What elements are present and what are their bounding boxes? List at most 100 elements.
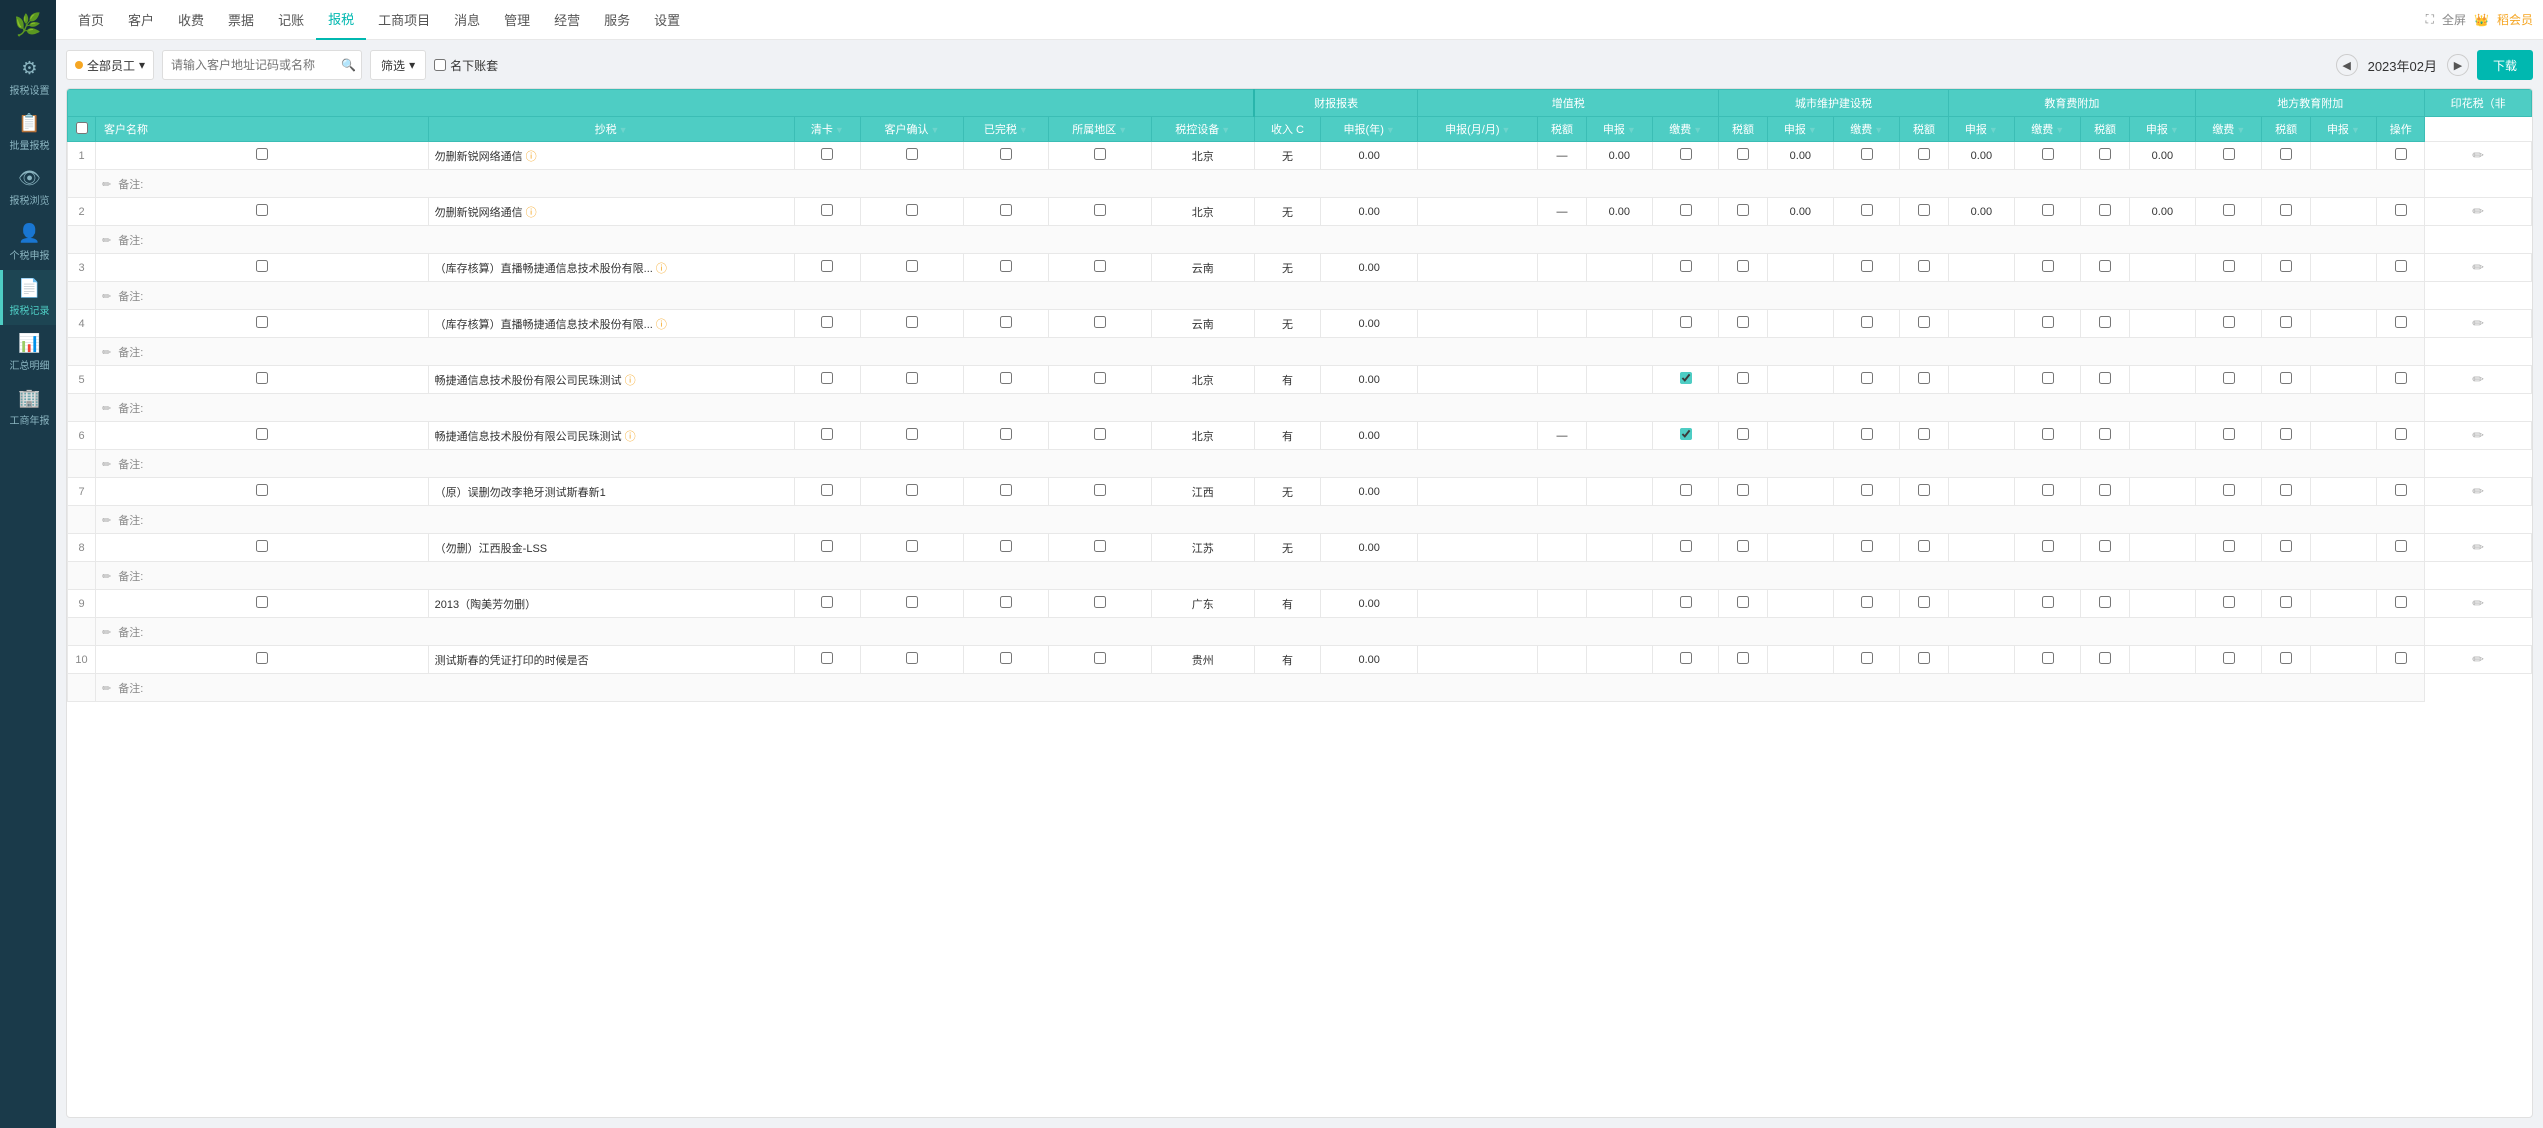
jy-shenbao-cell-checkbox[interactable] bbox=[2042, 484, 2054, 496]
row-checkbox[interactable] bbox=[256, 652, 268, 664]
cs-shenbao-cell-checkbox[interactable] bbox=[1861, 652, 1873, 664]
search-input[interactable] bbox=[162, 50, 362, 80]
wanshui-cell-checkbox[interactable] bbox=[1094, 540, 1106, 552]
wanshui-cell-checkbox[interactable] bbox=[1094, 428, 1106, 440]
th-df-shenbao[interactable]: 申报▼ bbox=[2129, 117, 2195, 142]
wanshui-cell-checkbox[interactable] bbox=[1094, 652, 1106, 664]
row-checkbox[interactable] bbox=[256, 428, 268, 440]
zz-jiaofei-cell-checkbox[interactable] bbox=[1737, 148, 1749, 160]
row-checkbox[interactable] bbox=[256, 316, 268, 328]
jy-shenbao-cell-checkbox[interactable] bbox=[2042, 148, 2054, 160]
df-jiaofei-cell-checkbox[interactable] bbox=[2280, 148, 2292, 160]
edit-cell[interactable]: ✏ bbox=[2425, 366, 2532, 394]
th-zz-jiaofei[interactable]: 缴费▼ bbox=[1653, 117, 1719, 142]
yh-shenbao-cell-checkbox[interactable] bbox=[2395, 204, 2407, 216]
df-shenbao-cell-checkbox[interactable] bbox=[2223, 652, 2235, 664]
qingka-cell-checkbox[interactable] bbox=[906, 372, 918, 384]
edit-cell[interactable]: ✏ bbox=[2425, 590, 2532, 618]
row-checkbox[interactable] bbox=[256, 540, 268, 552]
yh-shenbao-cell-checkbox[interactable] bbox=[2395, 540, 2407, 552]
df-jiaofei-cell-checkbox[interactable] bbox=[2280, 428, 2292, 440]
chaoshui-cell-checkbox[interactable] bbox=[821, 204, 833, 216]
df-shenbao-cell-checkbox[interactable] bbox=[2223, 372, 2235, 384]
yh-shenbao-cell-checkbox[interactable] bbox=[2395, 372, 2407, 384]
queren-cell-checkbox[interactable] bbox=[1000, 204, 1012, 216]
check-all-checkbox[interactable] bbox=[76, 122, 88, 134]
cs-shenbao-cell-checkbox[interactable] bbox=[1861, 372, 1873, 384]
queren-cell-checkbox[interactable] bbox=[1000, 540, 1012, 552]
th-shebei[interactable]: 税控设备▼ bbox=[1151, 117, 1254, 142]
yh-shenbao-cell-checkbox[interactable] bbox=[2395, 428, 2407, 440]
zz-jiaofei-cell-checkbox[interactable] bbox=[1737, 652, 1749, 664]
qingka-cell-checkbox[interactable] bbox=[906, 428, 918, 440]
download-button[interactable]: 下载 bbox=[2477, 50, 2533, 80]
edit-icon[interactable]: ✏ bbox=[2472, 371, 2484, 387]
edit-remark-icon[interactable]: ✏ bbox=[102, 347, 111, 359]
cs-jiaofei-cell-checkbox[interactable] bbox=[1918, 148, 1930, 160]
zz-jiaofei-cell-checkbox[interactable] bbox=[1737, 596, 1749, 608]
zz-jiaofei-cell-checkbox[interactable] bbox=[1737, 428, 1749, 440]
cs-shenbao-cell-checkbox[interactable] bbox=[1861, 428, 1873, 440]
zz-shenbao-cell-checkbox[interactable] bbox=[1680, 596, 1692, 608]
row-checkbox[interactable] bbox=[256, 204, 268, 216]
queren-cell-checkbox[interactable] bbox=[1000, 148, 1012, 160]
jy-shenbao-cell-checkbox[interactable] bbox=[2042, 596, 2054, 608]
zz-shenbao-cell-checkbox[interactable] bbox=[1680, 652, 1692, 664]
queren-cell-checkbox[interactable] bbox=[1000, 484, 1012, 496]
edit-icon[interactable]: ✏ bbox=[2472, 427, 2484, 443]
row-checkbox[interactable] bbox=[256, 372, 268, 384]
sidebar-item-geren-shenbao[interactable]: 👤 个税申报 bbox=[0, 215, 56, 270]
cs-jiaofei-cell-checkbox[interactable] bbox=[1918, 596, 1930, 608]
jy-jiaofei-cell-checkbox[interactable] bbox=[2099, 484, 2111, 496]
df-shenbao-cell-checkbox[interactable] bbox=[2223, 428, 2235, 440]
yh-shenbao-cell-checkbox[interactable] bbox=[2395, 484, 2407, 496]
cs-shenbao-cell-checkbox[interactable] bbox=[1861, 540, 1873, 552]
edit-icon[interactable]: ✏ bbox=[2472, 539, 2484, 555]
yh-shenbao-cell-checkbox[interactable] bbox=[2395, 260, 2407, 272]
edit-remark-icon[interactable]: ✏ bbox=[102, 683, 111, 695]
cs-jiaofei-cell-checkbox[interactable] bbox=[1918, 372, 1930, 384]
row-checkbox[interactable] bbox=[256, 148, 268, 160]
wanshui-cell-checkbox[interactable] bbox=[1094, 484, 1106, 496]
queren-cell-checkbox[interactable] bbox=[1000, 652, 1012, 664]
prev-month-button[interactable]: ◀ bbox=[2336, 54, 2358, 76]
th-queren[interactable]: 客户确认▼ bbox=[861, 117, 964, 142]
df-shenbao-cell-checkbox[interactable] bbox=[2223, 316, 2235, 328]
qingka-cell-checkbox[interactable] bbox=[906, 316, 918, 328]
df-shenbao-cell-checkbox[interactable] bbox=[2223, 204, 2235, 216]
nav-invoice[interactable]: 票据 bbox=[216, 0, 266, 40]
zz-jiaofei-cell-checkbox[interactable] bbox=[1737, 484, 1749, 496]
sidebar-item-baoshui-shezhi[interactable]: ⚙ 报税设置 bbox=[0, 50, 56, 105]
filter-button[interactable]: 筛选 ▾ bbox=[370, 50, 426, 80]
zz-shenbao-cell-checkbox[interactable] bbox=[1680, 316, 1692, 328]
jy-jiaofei-cell-checkbox[interactable] bbox=[2099, 316, 2111, 328]
df-shenbao-cell-checkbox[interactable] bbox=[2223, 596, 2235, 608]
sidebar-item-piliang-baoshui[interactable]: 📋 批量报税 bbox=[0, 105, 56, 160]
jy-jiaofei-cell-checkbox[interactable] bbox=[2099, 540, 2111, 552]
edit-remark-icon[interactable]: ✏ bbox=[102, 571, 111, 583]
zz-jiaofei-cell-checkbox[interactable] bbox=[1737, 316, 1749, 328]
employee-filter[interactable]: 全部员工 ▾ bbox=[66, 50, 154, 80]
yh-shenbao-cell-checkbox[interactable] bbox=[2395, 148, 2407, 160]
zz-jiaofei-cell-checkbox[interactable] bbox=[1737, 260, 1749, 272]
edit-remark-icon[interactable]: ✏ bbox=[102, 515, 111, 527]
edit-icon[interactable]: ✏ bbox=[2472, 147, 2484, 163]
df-shenbao-cell-checkbox[interactable] bbox=[2223, 484, 2235, 496]
mingxia-zhangset-label[interactable]: 名下账套 bbox=[434, 57, 498, 74]
nav-tax[interactable]: 报税 bbox=[316, 0, 366, 40]
sidebar-item-baoshui-langlan[interactable]: 👁 报税浏览 bbox=[0, 160, 56, 215]
edit-cell[interactable]: ✏ bbox=[2425, 310, 2532, 338]
edit-remark-icon[interactable]: ✏ bbox=[102, 235, 111, 247]
qingka-cell-checkbox[interactable] bbox=[906, 148, 918, 160]
chaoshui-cell-checkbox[interactable] bbox=[821, 652, 833, 664]
th-zz-shenbao[interactable]: 申报▼ bbox=[1586, 117, 1652, 142]
qingka-cell-checkbox[interactable] bbox=[906, 484, 918, 496]
th-cs-shenbao[interactable]: 申报▼ bbox=[1767, 117, 1833, 142]
edit-remark-icon[interactable]: ✏ bbox=[102, 291, 111, 303]
df-jiaofei-cell-checkbox[interactable] bbox=[2280, 652, 2292, 664]
edit-cell[interactable]: ✏ bbox=[2425, 646, 2532, 674]
row-checkbox[interactable] bbox=[256, 260, 268, 272]
chaoshui-cell-checkbox[interactable] bbox=[821, 260, 833, 272]
qingka-cell-checkbox[interactable] bbox=[906, 596, 918, 608]
zz-shenbao-cell-checkbox[interactable] bbox=[1680, 372, 1692, 384]
